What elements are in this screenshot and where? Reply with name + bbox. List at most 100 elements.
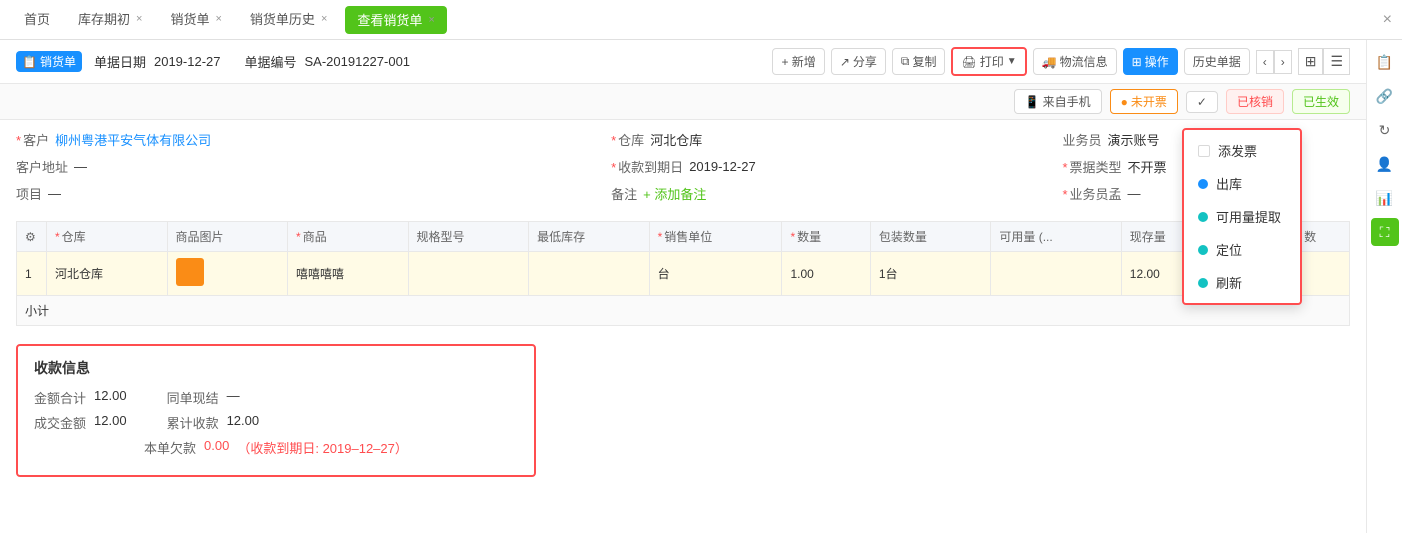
more-header: 数 <box>1296 222 1350 252</box>
phone-button[interactable]: 📱 来自手机 <box>1014 89 1102 114</box>
confirm-button[interactable]: ✓ <box>1186 91 1218 113</box>
list-view-button[interactable]: ☰ <box>1323 48 1350 75</box>
row-warehouse: 河北仓库 <box>47 252 168 296</box>
number-value: SA-20191227-001 <box>305 54 411 69</box>
add-invoice-item[interactable]: 添发票 <box>1184 134 1300 167</box>
available-qty-dot <box>1198 212 1208 222</box>
operate-button[interactable]: ⊞ 操作 <box>1123 48 1178 75</box>
tab-view-sales-close[interactable]: × <box>428 14 434 26</box>
payment-info-row-1: 金额合计 12.00 同单现结 — <box>34 388 518 407</box>
next-button[interactable]: › <box>1274 50 1292 74</box>
tab-sales[interactable]: 销货单 × <box>156 0 235 40</box>
sidebar-link-icon[interactable]: 🔗 <box>1371 82 1399 110</box>
sidebar-refresh-icon[interactable]: ↻ <box>1371 116 1399 144</box>
image-header: 商品图片 <box>167 222 288 252</box>
refresh-item[interactable]: 刷新 <box>1184 266 1300 299</box>
refresh-dot <box>1198 278 1208 288</box>
total-amount-value: 12.00 <box>94 388 127 407</box>
same-order-item: 同单现结 — <box>167 388 240 407</box>
locate-item[interactable]: 定位 <box>1184 233 1300 266</box>
same-order-label: 同单现结 <box>167 388 219 407</box>
due-label: 本单欠款 <box>144 438 196 457</box>
outbound-label: 出库 <box>1216 174 1242 193</box>
product-header: 商品 <box>288 222 409 252</box>
form-row-3: 项目 — 备注 + 添加备注 业务员孟 — <box>16 184 1350 203</box>
project-value: — <box>48 186 61 201</box>
note-add[interactable]: + 添加备注 <box>643 184 706 203</box>
spec-header: 规格型号 <box>408 222 529 252</box>
outbound-item[interactable]: 出库 <box>1184 167 1300 200</box>
min-stock-header: 最低库存 <box>529 222 650 252</box>
customer-field: 客户 柳州粤港平安气体有限公司 <box>16 130 591 149</box>
note-label: 备注 <box>611 184 637 203</box>
ticket-status-button[interactable]: ● 未开票 <box>1110 89 1178 114</box>
print-button[interactable]: 🖨 打印 ▼ <box>951 47 1026 76</box>
share-button[interactable]: ↗ 分享 <box>831 48 886 75</box>
settings-header[interactable]: ⚙ <box>17 222 47 252</box>
form-row-2: 客户地址 — 收款到期日 2019-12-27 票据类型 不开票 <box>16 157 1350 176</box>
available-qty-item[interactable]: 可用量提取 <box>1184 200 1300 233</box>
nav-arrows: ‹ › <box>1256 50 1292 74</box>
due-date-field: 收款到期日 2019-12-27 <box>611 157 1042 176</box>
subtotal-label: 小计 <box>17 296 1350 326</box>
row-qty: 1.00 <box>782 252 870 296</box>
logistics-button[interactable]: 🚚 物流信息 <box>1033 48 1117 75</box>
sidebar-expand-icon[interactable]: ⛶ <box>1371 218 1399 246</box>
project-field: 项目 — <box>16 184 591 203</box>
tab-sales-history-close[interactable]: × <box>321 13 327 25</box>
address-field: 客户地址 — <box>16 157 591 176</box>
ticket-label: 票据类型 <box>1062 157 1121 176</box>
doc-icon: 📋 销货单 <box>16 51 82 72</box>
refresh-label: 刷新 <box>1216 273 1242 292</box>
pack-qty-header: 包装数量 <box>870 222 991 252</box>
warehouse-value: 河北仓库 <box>650 130 702 149</box>
trade-amount-item: 成交金额 12.00 <box>34 413 127 432</box>
tab-inventory[interactable]: 库存期初 × <box>64 0 156 40</box>
cumulative-label: 累计收款 <box>167 413 219 432</box>
total-amount-label: 金额合计 <box>34 388 86 407</box>
qty-header: 数量 <box>782 222 870 252</box>
doc-meta: 单据日期 2019-12-27 单据编号 SA-20191227-001 <box>94 52 410 71</box>
row-more <box>1296 252 1350 296</box>
trade-amount-label: 成交金额 <box>34 413 86 432</box>
doc-header: 📋 销货单 单据日期 2019-12-27 单据编号 SA-20191227-0… <box>0 40 1402 84</box>
available-qty-label: 可用量提取 <box>1216 207 1281 226</box>
tab-view-sales[interactable]: 查看销货单 × <box>345 6 446 34</box>
tab-inventory-close[interactable]: × <box>136 13 142 25</box>
bottom-section: 收款信息 金额合计 12.00 同单现结 — 成交金额 12.00 <box>0 334 1402 487</box>
row-unit: 台 <box>649 252 782 296</box>
due-value: 0.00 <box>204 438 229 457</box>
sidebar-chart-icon[interactable]: 📊 <box>1371 184 1399 212</box>
project-label: 项目 <box>16 184 42 203</box>
window-close-button[interactable]: × <box>1383 11 1392 29</box>
new-button[interactable]: + 新增 <box>772 48 824 75</box>
due-item: 本单欠款 0.00 （收款到期日: 2019–12–27） <box>144 438 408 457</box>
date-label: 单据日期 <box>94 52 146 71</box>
address-value: — <box>74 159 87 174</box>
tab-sales-close[interactable]: × <box>215 13 221 25</box>
address-label: 客户地址 <box>16 157 68 176</box>
grid-view-button[interactable]: ⊞ <box>1298 48 1324 75</box>
sub-toolbar: 📱 来自手机 ● 未开票 ✓ 已核销 已生效 <box>0 84 1402 120</box>
history-button[interactable]: 历史单据 <box>1184 48 1250 75</box>
copy-button[interactable]: ⧉ 复制 <box>892 48 946 75</box>
tab-home[interactable]: 首页 <box>10 0 64 40</box>
available-header: 可用量 (... <box>991 222 1121 252</box>
row-product: 嘻嘻嘻嘻 <box>288 252 409 296</box>
salesperson-value: — <box>1128 186 1141 201</box>
payment-info-box: 收款信息 金额合计 12.00 同单现结 — 成交金额 12.00 <box>16 344 536 477</box>
sidebar-user-icon[interactable]: 👤 <box>1371 150 1399 178</box>
locate-dot <box>1198 245 1208 255</box>
warehouse-label: 仓库 <box>611 130 644 149</box>
form-row-1: 客户 柳州粤港平安气体有限公司 仓库 河北仓库 业务员 演示账号 <box>16 130 1350 149</box>
tab-sales-history[interactable]: 销货单历史 × <box>236 0 341 40</box>
add-invoice-label: 添发票 <box>1218 141 1257 160</box>
main-content: 📋 🔗 ↻ 👤 📊 ⛶ 📋 销货单 单据日期 2019-12-27 单据编号 S… <box>0 40 1402 533</box>
row-num: 1 <box>17 252 47 296</box>
toolbar: + 新增 ↗ 分享 ⧉ 复制 🖨 打印 ▼ 🚚 物流信息 <box>772 47 1350 76</box>
customer-value[interactable]: 柳州粤港平安气体有限公司 <box>55 130 211 149</box>
prev-button[interactable]: ‹ <box>1256 50 1274 74</box>
table-header-row: ⚙ 仓库 商品图片 商品 规格型号 最低库存 销售单位 数量 包装数量 可用量 … <box>17 222 1350 252</box>
sidebar-doc-icon[interactable]: 📋 <box>1371 48 1399 76</box>
doc-type-label: 销货单 <box>40 53 76 70</box>
